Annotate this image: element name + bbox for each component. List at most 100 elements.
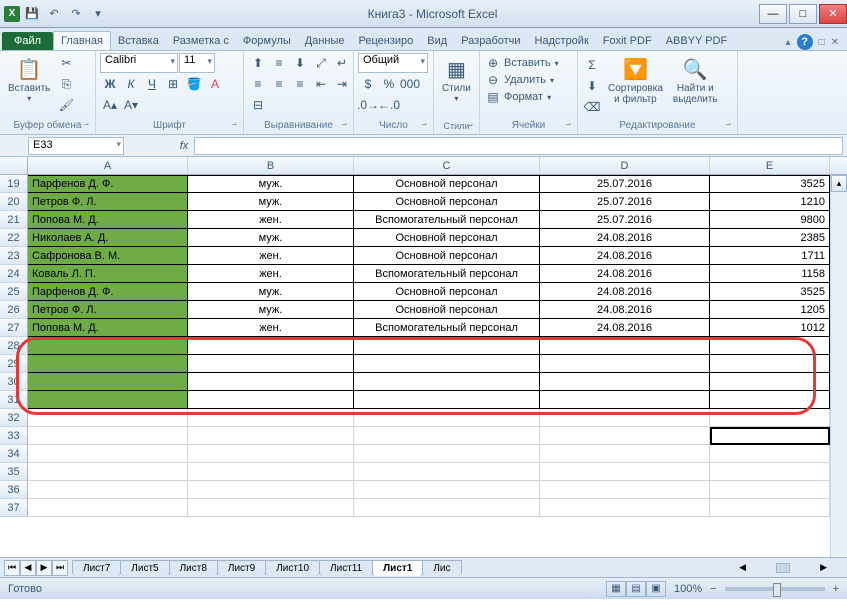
cell[interactable]: 24.08.2016	[540, 301, 710, 319]
increase-decimal-button[interactable]: .0→	[358, 95, 378, 115]
tab-data[interactable]: Данные	[298, 32, 352, 50]
zoom-out-button[interactable]: −	[710, 583, 716, 595]
cell[interactable]	[540, 355, 710, 373]
align-center-button[interactable]: ≡	[269, 74, 289, 94]
cell[interactable]	[28, 355, 188, 373]
cell[interactable]: 1205	[710, 301, 830, 319]
name-box[interactable]: E33	[28, 137, 124, 155]
currency-button[interactable]: $	[358, 74, 378, 94]
number-format-combo[interactable]: Общий	[358, 53, 428, 73]
cell[interactable]	[710, 463, 830, 481]
bold-button[interactable]: Ж	[100, 74, 120, 94]
row-header[interactable]: 26	[0, 301, 28, 319]
cell[interactable]: Вспомогательный персонал	[354, 265, 540, 283]
tab-foxit[interactable]: Foxit PDF	[596, 32, 659, 50]
cell[interactable]: 1210	[710, 193, 830, 211]
cells-delete-button[interactable]: ⊖Удалить▾	[484, 72, 556, 88]
cell[interactable]	[354, 481, 540, 499]
align-left-button[interactable]: ≡	[248, 74, 268, 94]
row-header[interactable]: 28	[0, 337, 28, 355]
cell[interactable]	[354, 373, 540, 391]
cell[interactable]: 24.08.2016	[540, 265, 710, 283]
cell[interactable]: 24.08.2016	[540, 229, 710, 247]
cell[interactable]: Попова М. Д.	[28, 211, 188, 229]
font-size-combo[interactable]: 11	[179, 53, 215, 73]
copy-button[interactable]: ⎘	[56, 74, 76, 94]
view-normal-button[interactable]: ▦	[606, 581, 626, 597]
sheet-nav-last[interactable]: ⏭	[52, 560, 68, 576]
align-top-button[interactable]: ⬆	[248, 53, 268, 73]
cell[interactable]: 25.07.2016	[540, 193, 710, 211]
cell[interactable]	[188, 391, 354, 409]
cell[interactable]	[540, 427, 710, 445]
italic-button[interactable]: К	[121, 74, 141, 94]
cell[interactable]	[28, 427, 188, 445]
cell[interactable]: 1158	[710, 265, 830, 283]
file-tab[interactable]: Файл	[2, 32, 53, 50]
border-button[interactable]: ⊞	[163, 74, 183, 94]
sheet-tab[interactable]: Лист1	[372, 560, 423, 576]
cell[interactable]: Сафронова В. М.	[28, 247, 188, 265]
col-header-C[interactable]: C	[354, 157, 540, 174]
row-header[interactable]: 33	[0, 427, 28, 445]
cell[interactable]: Основной персонал	[354, 175, 540, 193]
underline-button[interactable]: Ч	[142, 74, 162, 94]
cell[interactable]	[354, 409, 540, 427]
cell[interactable]	[354, 499, 540, 517]
cells-format-button[interactable]: ▤Формат▾	[484, 89, 553, 105]
cell[interactable]	[710, 337, 830, 355]
minimize-button[interactable]: —	[759, 4, 787, 24]
cell[interactable]	[710, 445, 830, 463]
align-middle-button[interactable]: ≡	[269, 53, 289, 73]
sheet-tab[interactable]: Лис	[422, 560, 461, 576]
row-header[interactable]: 36	[0, 481, 28, 499]
cell[interactable]: муж.	[188, 193, 354, 211]
cell[interactable]	[188, 355, 354, 373]
increase-font-button[interactable]: A▴	[100, 95, 120, 115]
ribbon-minimize-icon[interactable]: ▴	[786, 37, 791, 48]
qat-redo-button[interactable]: ↷	[66, 4, 86, 24]
sheet-tab[interactable]: Лист8	[169, 560, 218, 576]
cell[interactable]	[28, 463, 188, 481]
sort-filter-button[interactable]: 🔽 Сортировка и фильтр	[604, 53, 667, 107]
tab-addins[interactable]: Надстройк	[528, 32, 596, 50]
tab-developer[interactable]: Разработчи	[454, 32, 527, 50]
orientation-button[interactable]: ⤢	[311, 53, 331, 73]
zoom-slider[interactable]	[725, 587, 825, 591]
cell[interactable]	[540, 463, 710, 481]
cell[interactable]	[28, 445, 188, 463]
cell[interactable]: Петров Ф. Л.	[28, 193, 188, 211]
cell[interactable]: Николаев А. Д.	[28, 229, 188, 247]
cell[interactable]	[28, 499, 188, 517]
cell[interactable]	[710, 373, 830, 391]
hscroll-right-icon[interactable]: ▶	[820, 562, 827, 573]
cell[interactable]	[188, 427, 354, 445]
row-header[interactable]: 19	[0, 175, 28, 193]
cell[interactable]	[354, 355, 540, 373]
tab-review[interactable]: Рецензиро	[352, 32, 421, 50]
cell[interactable]: муж.	[188, 175, 354, 193]
cell[interactable]: Вспомогательный персонал	[354, 319, 540, 337]
tab-formulas[interactable]: Формулы	[236, 32, 298, 50]
sheet-tab[interactable]: Лист11	[319, 560, 373, 576]
qat-customize-button[interactable]: ▾	[88, 4, 108, 24]
cell[interactable]: Вспомогательный персонал	[354, 211, 540, 229]
tab-abbyy[interactable]: ABBYY PDF	[659, 32, 735, 50]
wrap-text-button[interactable]: ↵	[332, 53, 352, 73]
hscroll-thumb[interactable]	[776, 563, 790, 573]
cell[interactable]	[540, 481, 710, 499]
row-header[interactable]: 34	[0, 445, 28, 463]
row-header[interactable]: 21	[0, 211, 28, 229]
cell[interactable]	[28, 481, 188, 499]
font-name-combo[interactable]: Calibri	[100, 53, 178, 73]
row-header[interactable]: 35	[0, 463, 28, 481]
tab-home[interactable]: Главная	[53, 31, 111, 50]
clear-button[interactable]: ⌫	[582, 97, 602, 117]
cell[interactable]	[28, 409, 188, 427]
row-header[interactable]: 25	[0, 283, 28, 301]
cell[interactable]	[540, 391, 710, 409]
cell[interactable]: Парфенов Д. Ф.	[28, 175, 188, 193]
cut-button[interactable]: ✂	[56, 53, 76, 73]
maximize-button[interactable]: □	[789, 4, 817, 24]
qat-save-button[interactable]: 💾	[22, 4, 42, 24]
